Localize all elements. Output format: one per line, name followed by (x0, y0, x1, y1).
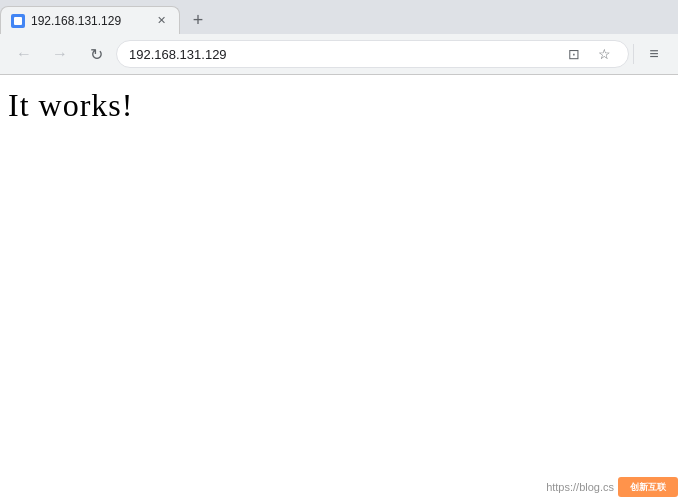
back-button[interactable]: ← (8, 38, 40, 70)
tab-title: 192.168.131.129 (31, 14, 147, 28)
page-heading: It works! (8, 87, 670, 124)
menu-button[interactable]: ≡ (638, 38, 670, 70)
forward-button[interactable]: → (44, 38, 76, 70)
url-text: 192.168.131.129 (129, 47, 554, 62)
active-tab[interactable]: 192.168.131.129 ✕ (0, 6, 180, 34)
reader-mode-icon[interactable]: ⊡ (562, 42, 586, 66)
watermark-brand: 创新互联 (630, 481, 666, 494)
watermark: https://blog.cs 创新互联 (546, 477, 678, 497)
watermark-url: https://blog.cs (546, 481, 614, 493)
tab-close-button[interactable]: ✕ (153, 13, 169, 29)
url-icons: ⊡ ☆ (562, 42, 616, 66)
page-content: It works! https://blog.cs 创新互联 (0, 75, 678, 504)
url-bar[interactable]: 192.168.131.129 ⊡ ☆ (116, 40, 629, 68)
bookmark-icon[interactable]: ☆ (592, 42, 616, 66)
watermark-logo: 创新互联 (618, 477, 678, 497)
tab-bar: 192.168.131.129 ✕ + (0, 0, 678, 34)
refresh-button[interactable]: ↻ (80, 38, 112, 70)
browser-chrome: 192.168.131.129 ✕ + ← → ↻ 192.168.131.12… (0, 0, 678, 75)
tab-favicon-icon (11, 14, 25, 28)
new-tab-button[interactable]: + (184, 6, 212, 34)
toolbar-divider (633, 44, 634, 64)
address-bar: ← → ↻ 192.168.131.129 ⊡ ☆ ≡ (0, 34, 678, 74)
